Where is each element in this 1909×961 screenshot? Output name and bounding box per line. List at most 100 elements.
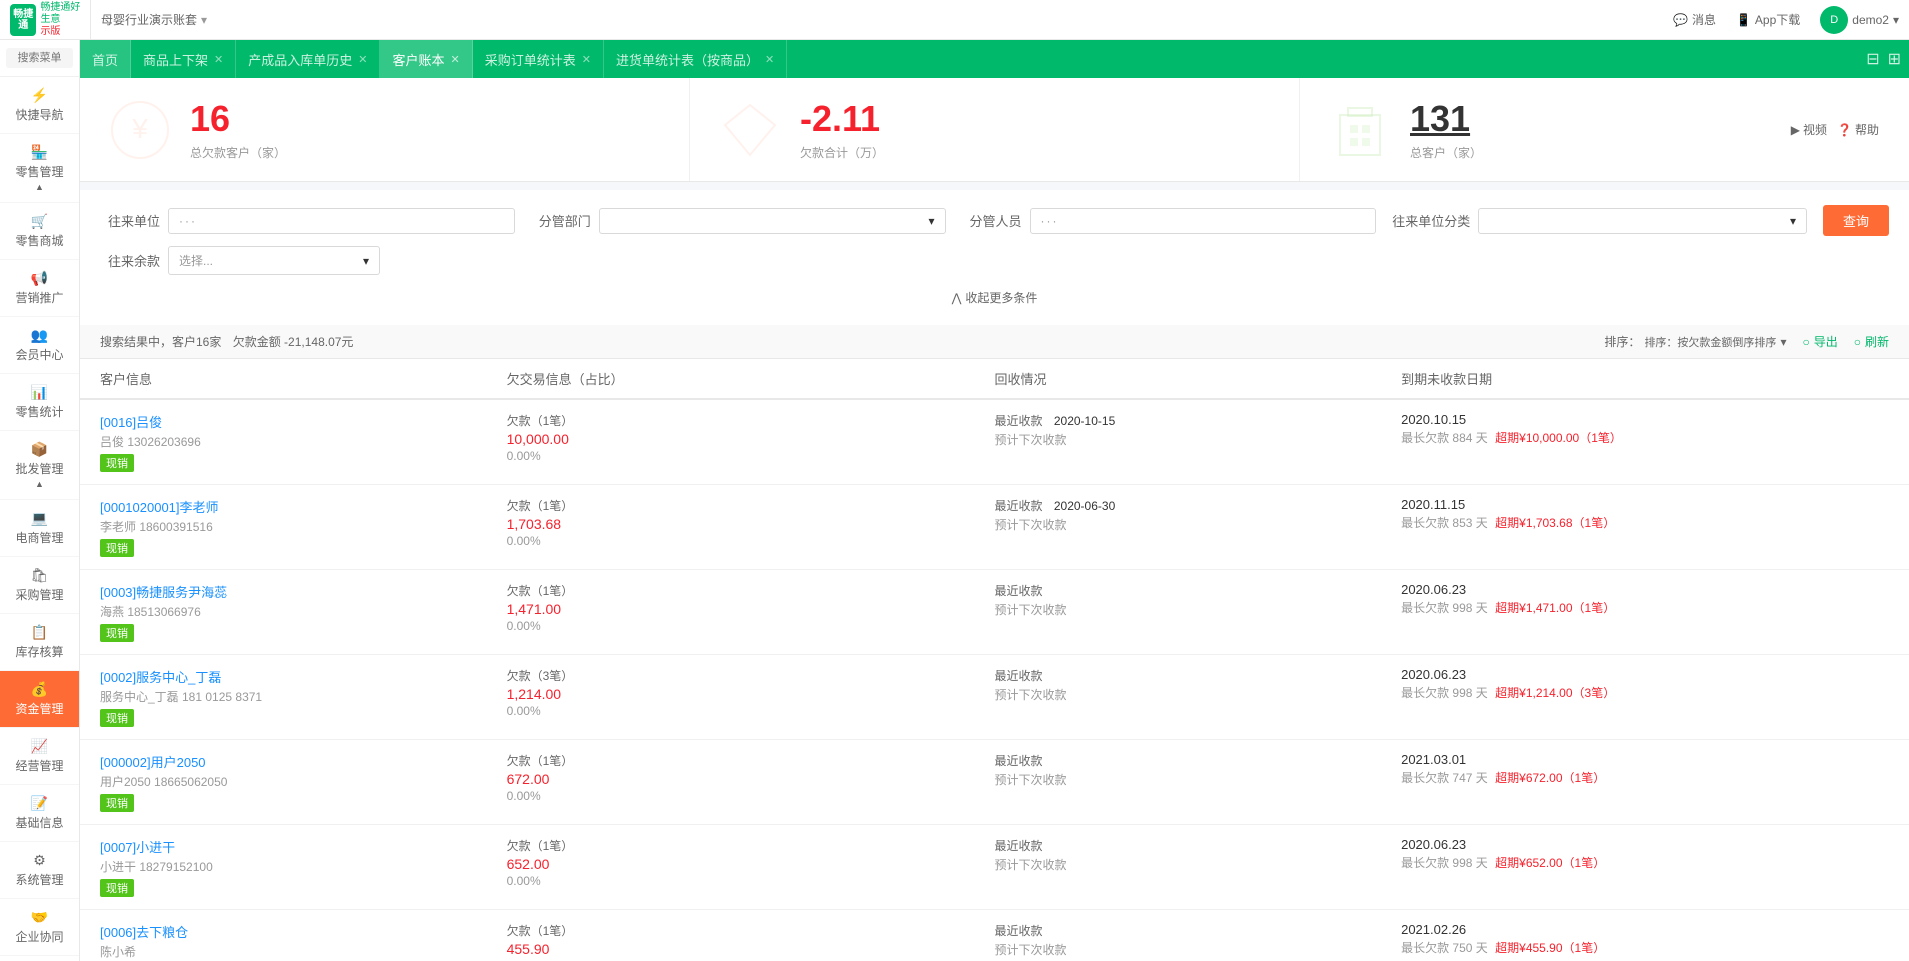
- customer-name-5[interactable]: [0007]小进干: [100, 837, 507, 856]
- retail-mgmt-icon: 🏪: [31, 144, 48, 161]
- top-bar-right: 💬 消息 📱 App下载 D demo2 ▾: [1673, 6, 1899, 34]
- customer-tag-1: 现销: [100, 539, 134, 557]
- customer-info-1: [0001020001]李老师 李老师 18600391516 现销: [100, 497, 507, 557]
- debt-amount-4[interactable]: 672.00: [507, 771, 995, 787]
- sidebar-item-wholesale[interactable]: 📦 批发管理 ▲: [0, 431, 79, 500]
- app-download-btn[interactable]: 📱 App下载: [1736, 11, 1800, 28]
- debt-amount-5[interactable]: 652.00: [507, 856, 995, 872]
- customer-name-2[interactable]: [0003]畅捷服务尹海蕊: [100, 582, 507, 601]
- collapse-tabs-btn[interactable]: ⊟: [1866, 49, 1879, 69]
- export-button[interactable]: ○ 导出: [1802, 333, 1837, 350]
- customer-name-3[interactable]: [0002]服务中心_丁磊: [100, 667, 507, 686]
- page-content: ¥ 16 总欠款客户（家）: [80, 78, 1909, 961]
- recovery-info-4: 最近收款 预计下次收款: [995, 752, 1402, 788]
- stat-card-debt-customers: ¥ 16 总欠款客户（家）: [80, 78, 690, 181]
- due-overdue-4: 最长欠款 747 天 超期¥672.00（1笔）: [1401, 769, 1889, 786]
- debt-amount-3[interactable]: 1,214.00: [507, 686, 995, 702]
- debt-info-2: 欠款（1笔） 1,471.00 0.00%: [507, 582, 995, 633]
- debt-ratio-2: 0.00%: [507, 619, 995, 633]
- debt-amount-0[interactable]: 10,000.00: [507, 431, 995, 447]
- total-customers-label: 总客户（家）: [1410, 144, 1482, 161]
- message-btn[interactable]: 💬 消息: [1673, 11, 1716, 28]
- customer-name-6[interactable]: [0006]去下粮仓: [100, 922, 507, 941]
- sidebar-item-retail-mall[interactable]: 🛒 零售商城: [0, 203, 79, 260]
- debt-label-5: 欠款（1笔）: [507, 837, 995, 854]
- due-date-4: 2021.03.01: [1401, 752, 1889, 767]
- person-input[interactable]: ···: [1030, 208, 1377, 234]
- svg-text:¥: ¥: [131, 113, 148, 144]
- overdue-link-0[interactable]: 超期¥10,000.00（1笔）: [1495, 431, 1622, 445]
- customer-info-2: [0003]畅捷服务尹海蕊 海燕 18513066976 现销: [100, 582, 507, 642]
- overdue-link-3[interactable]: 超期¥1,214.00（3笔）: [1495, 686, 1615, 700]
- sidebar-item-inventory[interactable]: 📋 库存核算: [0, 614, 79, 671]
- overdue-link-4[interactable]: 超期¥672.00（1笔）: [1495, 771, 1605, 785]
- due-info-2: 2020.06.23 最长欠款 998 天 超期¥1,471.00（1笔）: [1401, 582, 1889, 616]
- debt-amount-1[interactable]: 1,703.68: [507, 516, 995, 532]
- tab-close-production[interactable]: ✕: [358, 53, 367, 66]
- overdue-link-6[interactable]: 超期¥455.90（1笔）: [1495, 941, 1605, 955]
- customer-info-4: [000002]用户2050 用户2050 18665062050 现销: [100, 752, 507, 812]
- debt-amount-2[interactable]: 1,471.00: [507, 601, 995, 617]
- customer-name-1[interactable]: [0001020001]李老师: [100, 497, 507, 516]
- customer-info-5: [0007]小进干 小进干 18279152100 现销: [100, 837, 507, 897]
- debt-label-4: 欠款（1笔）: [507, 752, 995, 769]
- overdue-link-1[interactable]: 超期¥1,703.68（1笔）: [1495, 516, 1615, 530]
- debt-amount-6[interactable]: 455.90: [507, 941, 995, 957]
- sidebar-item-collab[interactable]: 🤝 企业协同: [0, 899, 79, 956]
- help-btns: ▶ 视频 ❓ 帮助: [1791, 121, 1879, 138]
- dept-input[interactable]: ▾: [599, 208, 946, 234]
- export-icon: ○: [1802, 335, 1809, 349]
- sidebar-item-operations[interactable]: 📈 经营管理: [0, 728, 79, 785]
- quick-nav-icon: ⚡: [31, 87, 48, 104]
- customer-name-4[interactable]: [000002]用户2050: [100, 752, 507, 771]
- tab-customer-account[interactable]: 客户账本 ✕: [380, 40, 472, 78]
- sidebar-item-quick-nav[interactable]: ⚡ 快捷导航: [0, 77, 79, 134]
- customer-contact-4: 用户2050 18665062050: [100, 773, 507, 790]
- sidebar-item-ecommerce[interactable]: 💻 电商管理: [0, 500, 79, 557]
- help-btn[interactable]: ❓ 帮助: [1837, 121, 1879, 138]
- sidebar-item-basic-info[interactable]: 📝 基础信息: [0, 785, 79, 842]
- tab-close-purchase-product[interactable]: ✕: [765, 53, 774, 66]
- debt-info-3: 欠款（3笔） 1,214.00 0.00%: [507, 667, 995, 718]
- sort-button[interactable]: 排序： 排序：按欠款金额倒序排序 ▾: [1604, 333, 1786, 350]
- refresh-button[interactable]: ○ 刷新: [1854, 333, 1889, 350]
- debt-info-0: 欠款（1笔） 10,000.00 0.00%: [507, 412, 995, 463]
- sidebar-item-retail-stats[interactable]: 📊 零售统计: [0, 374, 79, 431]
- search-button[interactable]: 查询: [1823, 205, 1889, 236]
- customer-name-0[interactable]: [0016]吕俊: [100, 412, 507, 431]
- sidebar-item-member[interactable]: 👥 会员中心: [0, 317, 79, 374]
- tab-purchase-stats[interactable]: 采购订单统计表 ✕: [473, 40, 604, 78]
- tab-production-history[interactable]: 产成品入库单历史 ✕: [236, 40, 380, 78]
- customer-contact-1: 李老师 18600391516: [100, 518, 507, 535]
- search-input[interactable]: [6, 48, 73, 68]
- customer-contact-5: 小进干 18279152100: [100, 858, 507, 875]
- category-input[interactable]: ▾: [1478, 208, 1807, 234]
- video-btn[interactable]: ▶ 视频: [1791, 121, 1827, 138]
- tab-close-product-listing[interactable]: ✕: [214, 53, 223, 66]
- sidebar-item-system[interactable]: ⚙ 系统管理: [0, 842, 79, 899]
- customer-contact-2: 海燕 18513066976: [100, 603, 507, 620]
- recovery-info-1: 最近收款 2020-06-30 预计下次收款: [995, 497, 1402, 533]
- source-unit-input[interactable]: ···: [168, 208, 515, 234]
- sidebar-item-retail-mgmt[interactable]: 🏪 零售管理 ▲: [0, 134, 79, 203]
- balance-input[interactable]: 选择... ▾: [168, 246, 380, 275]
- collapse-filter-btn[interactable]: ⋀ 收起更多条件: [100, 285, 1889, 310]
- sidebar-item-finance[interactable]: 💰 资金管理: [0, 671, 79, 728]
- sidebar-item-marketing[interactable]: 📢 营销推广: [0, 260, 79, 317]
- tab-product-listing[interactable]: 商品上下架 ✕: [131, 40, 236, 78]
- overdue-link-2[interactable]: 超期¥1,471.00（1笔）: [1495, 601, 1615, 615]
- sidebar-item-purchase[interactable]: 🛍 采购管理: [0, 557, 79, 614]
- sidebar-item-guide[interactable]: 🎯 新手引导: [0, 956, 79, 961]
- sidebar: ⚡ 快捷导航 🏪 零售管理 ▲ 🛒 零售商城 📢 营销推广 👥 会员中心 �: [0, 40, 80, 961]
- debt-info-4: 欠款（1笔） 672.00 0.00%: [507, 752, 995, 803]
- overdue-link-5[interactable]: 超期¥652.00（1笔）: [1495, 856, 1605, 870]
- tab-close-purchase[interactable]: ✕: [582, 53, 591, 66]
- marketing-icon: 📢: [31, 270, 48, 287]
- user-menu[interactable]: D demo2 ▾: [1820, 6, 1899, 34]
- tab-home[interactable]: 首页: [80, 40, 131, 78]
- industry-select[interactable]: 母婴行业演示账套 ▾: [90, 0, 217, 40]
- tab-close-customer[interactable]: ✕: [451, 53, 460, 66]
- tab-purchase-product-stats[interactable]: 进货单统计表（按商品） ✕: [604, 40, 787, 78]
- expand-tabs-btn[interactable]: ⊞: [1888, 49, 1901, 69]
- due-date-3: 2020.06.23: [1401, 667, 1889, 682]
